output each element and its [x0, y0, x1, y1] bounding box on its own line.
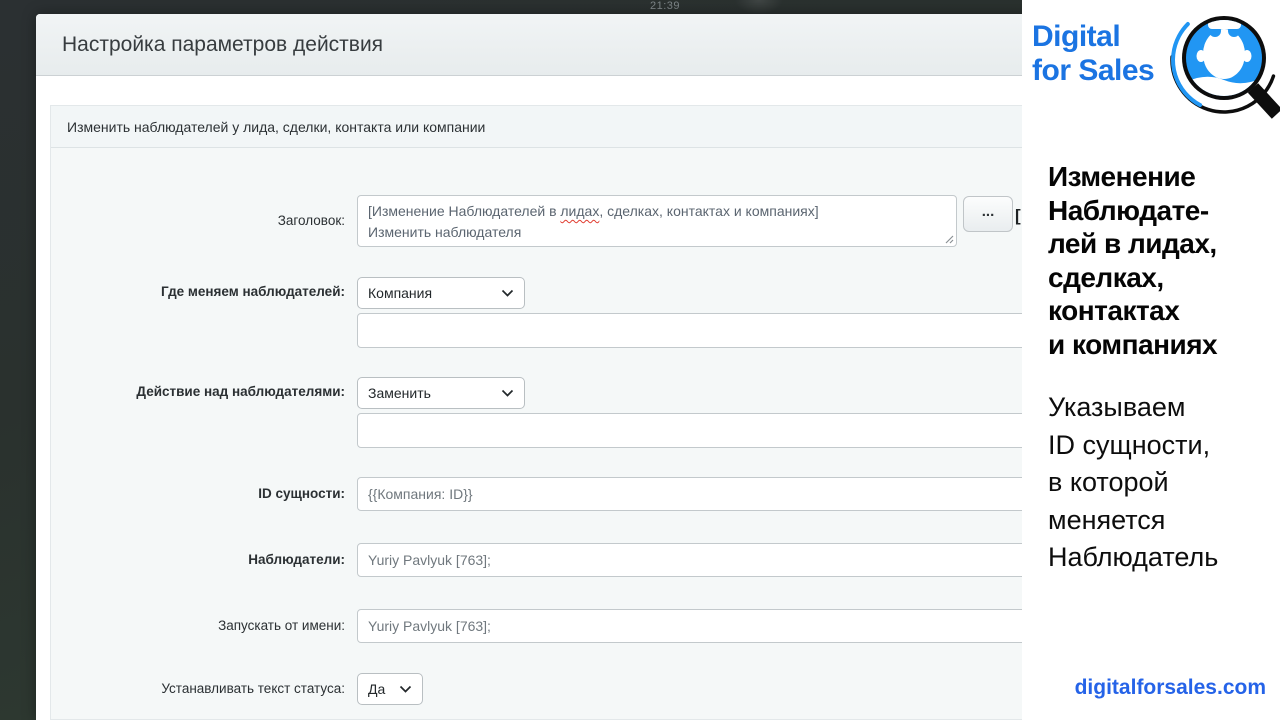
observers-input[interactable] [357, 543, 1036, 577]
where-select[interactable]: Компания [357, 277, 525, 309]
form-subtitle: Изменить наблюдателей у лида, сделки, ко… [67, 119, 485, 135]
entity-id-label: ID сущности: [65, 484, 345, 504]
chevron-down-icon [501, 289, 514, 298]
title-more-button[interactable]: ... [963, 196, 1013, 232]
status-text-label: Устанавливать текст статуса: [65, 679, 345, 699]
website-link[interactable]: digitalforsales.com [1075, 676, 1266, 700]
brand-line-1: Digital [1032, 20, 1154, 54]
status-text-select-value: Да [368, 681, 385, 697]
desktop-clock: 21:39 [650, 0, 680, 12]
textarea-resize-handle[interactable] [945, 235, 954, 244]
title-textarea-line1: [Изменение Наблюдателей в лидах, сделках… [368, 201, 946, 222]
title-textarea[interactable]: [Изменение Наблюдателей в лидах, сделках… [357, 195, 957, 247]
promo-sidebar: Digital for Sales Изменение Наблюдате- л… [1022, 0, 1280, 720]
title-textarea-line2: Изменить наблюдателя [368, 222, 946, 243]
where-extra-input[interactable] [357, 313, 1036, 348]
where-label: Где меняем наблюдателей: [65, 282, 345, 302]
brand-line-2: for Sales [1032, 54, 1154, 88]
desktop-avatar-glow [735, 0, 783, 14]
magnifier-face-logo-icon [1168, 4, 1280, 130]
chevron-down-icon [399, 685, 412, 694]
action-extra-input[interactable] [357, 413, 1036, 448]
dialog-title: Настройка параметров действия [62, 33, 383, 57]
misspelled-word: лидах [560, 203, 599, 219]
action-select[interactable]: Заменить [357, 377, 525, 409]
brand-wordmark: Digital for Sales [1032, 20, 1154, 88]
where-select-value: Компания [368, 285, 432, 301]
chevron-down-icon [501, 389, 514, 398]
title-label: Заголовок: [65, 211, 345, 231]
form-subheader: Изменить наблюдателей у лида, сделки, ко… [51, 106, 1035, 148]
action-label: Действие над наблюдателями: [65, 382, 345, 402]
observers-label: Наблюдатели: [65, 550, 345, 570]
action-select-value: Заменить [368, 385, 431, 401]
entity-id-input[interactable] [357, 477, 1036, 511]
dialog-titlebar[interactable]: Настройка параметров действия [36, 14, 1036, 76]
clipped-text-fragment: [ [1015, 206, 1021, 226]
promo-body: Указываем ID сущности, в которой меняетс… [1048, 389, 1218, 577]
status-text-select[interactable]: Да [357, 673, 423, 705]
run-as-input[interactable] [357, 609, 1036, 643]
run-as-label: Запускать от имени: [65, 616, 345, 636]
promo-heading: Изменение Наблюдате- лей в лидах, сделка… [1048, 160, 1217, 361]
action-settings-dialog: Настройка параметров действия Изменить н… [36, 14, 1036, 720]
